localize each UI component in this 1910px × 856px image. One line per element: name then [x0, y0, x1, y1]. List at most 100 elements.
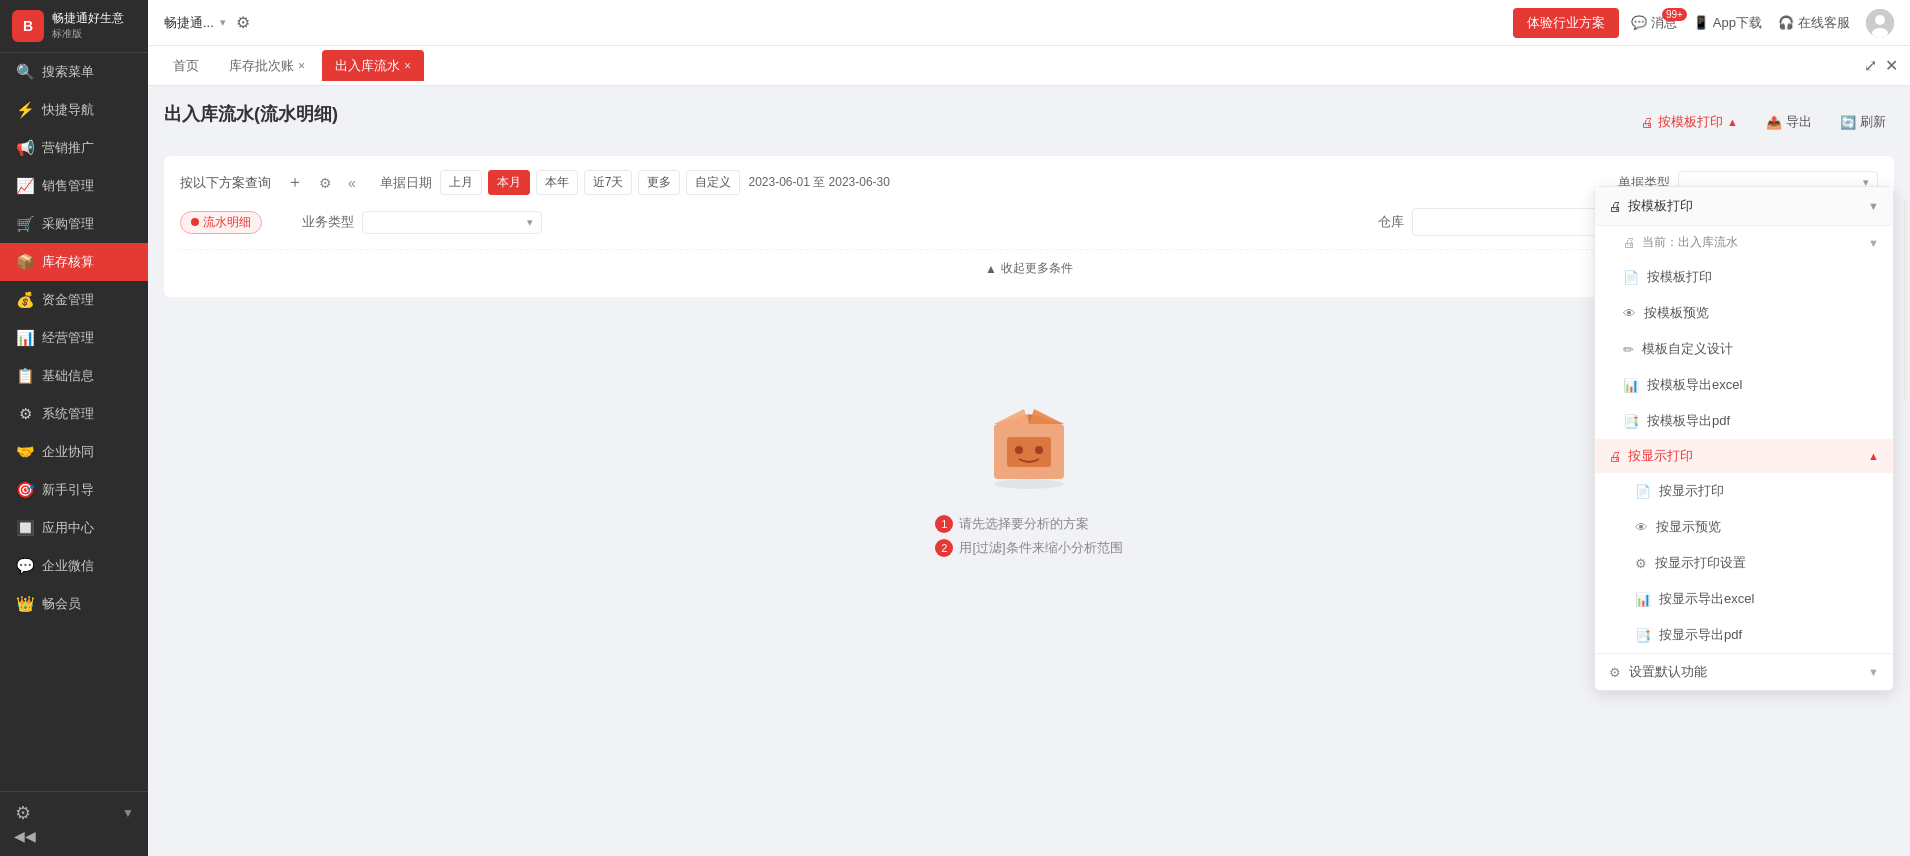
- display-preview-item[interactable]: 👁 按显示预览: [1595, 509, 1893, 545]
- filter-tag-dot: [191, 218, 199, 226]
- sidebar-item-label: 销售管理: [42, 177, 94, 195]
- tab-batch-account[interactable]: 库存批次账 ×: [216, 50, 318, 81]
- excel-icon: 📊: [1623, 378, 1639, 393]
- sidebar-item-finance[interactable]: 💰 资金管理: [0, 281, 148, 319]
- display-export-pdf-item[interactable]: 📑 按显示导出pdf: [1595, 617, 1893, 653]
- sidebar-logo: B 畅捷通好生意 标准版: [0, 0, 148, 53]
- date-btn-more[interactable]: 更多: [638, 170, 680, 195]
- sidebar-item-sales[interactable]: 📈 销售管理: [0, 167, 148, 205]
- svg-marker-7: [1029, 409, 1064, 424]
- template-preview-label: 按模板预览: [1644, 304, 1709, 322]
- sidebar-item-label: 应用中心: [42, 519, 94, 537]
- display-print-label: 按显示打印: [1659, 482, 1724, 500]
- sidebar-item-app-center[interactable]: 🔲 应用中心: [0, 509, 148, 547]
- tab-home-label: 首页: [173, 57, 199, 75]
- tab-flow-label: 出入库流水: [335, 57, 400, 75]
- sidebar-item-operation[interactable]: 📊 经营管理: [0, 319, 148, 357]
- brand-name: 畅捷通好生意: [52, 11, 124, 27]
- filter-tag-label: 流水明细: [203, 214, 251, 231]
- template-design-item[interactable]: ✏ 模板自定义设计: [1595, 331, 1893, 367]
- basic-icon: 📋: [16, 367, 34, 385]
- template-export-pdf-item[interactable]: 📑 按模板导出pdf: [1595, 403, 1893, 439]
- collapse-filter-button[interactable]: ▲ 收起更多条件: [985, 254, 1073, 283]
- tab-close-all-icon[interactable]: ✕: [1885, 56, 1898, 75]
- filter-add-icon[interactable]: ＋: [287, 172, 303, 193]
- filter-settings-icon[interactable]: ⚙: [319, 175, 332, 191]
- sidebar-item-label: 系统管理: [42, 405, 94, 423]
- set-default-function[interactable]: ⚙ 设置默认功能 ▼: [1595, 653, 1893, 690]
- template-export-excel-label: 按模板导出excel: [1647, 376, 1742, 394]
- date-btn-7days[interactable]: 近7天: [584, 170, 633, 195]
- collapse-up-icon: ▲: [985, 262, 997, 276]
- sidebar-item-label: 基础信息: [42, 367, 94, 385]
- date-btn-last-month[interactable]: 上月: [440, 170, 482, 195]
- member-icon: 👑: [16, 595, 34, 613]
- tab-flow-close[interactable]: ×: [404, 59, 411, 73]
- settings-footer-icon: ⚙: [1609, 665, 1621, 680]
- tab-flow[interactable]: 出入库流水 ×: [322, 50, 424, 81]
- template-preview-item[interactable]: 👁 按模板预览: [1595, 295, 1893, 331]
- current-template-arrow[interactable]: ▼: [1868, 237, 1879, 249]
- sidebar-item-quick-nav[interactable]: ⚡ 快捷导航: [0, 91, 148, 129]
- sidebar-search[interactable]: 🔍 搜索菜单: [0, 53, 148, 91]
- resize-handle[interactable]: [1904, 200, 1910, 400]
- filter-collapse-icon[interactable]: «: [348, 175, 356, 191]
- guide-icon: 🎯: [16, 481, 34, 499]
- print-expand-arrow[interactable]: ▲: [1727, 116, 1738, 128]
- tab-batch-account-close[interactable]: ×: [298, 59, 305, 73]
- topbar-dropdown-arrow[interactable]: ▾: [220, 16, 226, 29]
- tab-expand-icon[interactable]: ⤢: [1864, 56, 1877, 75]
- sidebar-item-system[interactable]: ⚙ 系统管理: [0, 395, 148, 433]
- pdf-icon: 📑: [1623, 414, 1639, 429]
- collapse-filter-label: 收起更多条件: [1001, 260, 1073, 277]
- date-btn-current-month[interactable]: 本月: [488, 170, 530, 195]
- topbar-gear-icon[interactable]: ⚙: [236, 13, 250, 32]
- sidebar-item-guide[interactable]: 🎯 新手引导: [0, 471, 148, 509]
- user-avatar[interactable]: [1866, 9, 1894, 37]
- template-section-header[interactable]: 🖨 按模板打印 ▼: [1595, 187, 1893, 226]
- purchase-icon: 🛒: [16, 215, 34, 233]
- settings-bottom-icon[interactable]: ⚙: [14, 804, 32, 822]
- trial-button[interactable]: 体验行业方案: [1513, 8, 1619, 38]
- display-export-excel-item[interactable]: 📊 按显示导出excel: [1595, 581, 1893, 617]
- sidebar-item-member[interactable]: 👑 畅会员: [0, 585, 148, 623]
- date-btn-current-year[interactable]: 本年: [536, 170, 578, 195]
- export-button[interactable]: 📤 导出: [1758, 109, 1820, 135]
- svg-point-9: [1015, 446, 1023, 454]
- collapse-sidebar-icon[interactable]: ◀◀: [14, 828, 36, 844]
- marketing-icon: 📢: [16, 139, 34, 157]
- message-badge: 99+: [1662, 8, 1687, 21]
- display-print-item[interactable]: 📄 按显示打印: [1595, 473, 1893, 509]
- sidebar-item-label: 快捷导航: [42, 101, 94, 119]
- refresh-icon: 🔄: [1840, 115, 1856, 130]
- sidebar-item-basic[interactable]: 📋 基础信息: [0, 357, 148, 395]
- customer-service-button[interactable]: 🎧 在线客服: [1778, 14, 1850, 32]
- template-print-item[interactable]: 📄 按模板打印: [1595, 259, 1893, 295]
- print-dropdown-panel: 🖨 按模板打印 ▼ 🖨 当前：出入库流水 ▼ 📄 按模板打印 👁 按模板预览: [1594, 186, 1894, 691]
- print-template-button[interactable]: 🖨 按模板打印 ▲: [1633, 109, 1746, 135]
- display-print-settings-item[interactable]: ⚙ 按显示打印设置: [1595, 545, 1893, 581]
- printer-section-icon: 🖨: [1609, 199, 1622, 214]
- refresh-button[interactable]: 🔄 刷新: [1832, 109, 1894, 135]
- filter-tag-water[interactable]: 流水明细: [180, 211, 262, 234]
- svg-point-1: [1875, 15, 1885, 25]
- app-download-button[interactable]: 📱 App下载: [1693, 14, 1762, 32]
- display-print-icon: 📄: [1635, 484, 1651, 499]
- sidebar-item-inventory[interactable]: 📦 库存核算: [0, 243, 148, 281]
- business-type-select[interactable]: ▾: [362, 211, 542, 234]
- export-icon: 📤: [1766, 115, 1782, 130]
- date-btn-custom[interactable]: 自定义: [686, 170, 740, 195]
- template-export-excel-item[interactable]: 📊 按模板导出excel: [1595, 367, 1893, 403]
- sidebar-item-marketing[interactable]: 📢 营销推广: [0, 129, 148, 167]
- display-section-arrow[interactable]: ▲: [1868, 450, 1879, 462]
- display-section-title-text: 按显示打印: [1628, 447, 1693, 465]
- tab-home[interactable]: 首页: [160, 50, 212, 81]
- display-section-header[interactable]: 🖨 按显示打印 ▲: [1595, 439, 1893, 473]
- sidebar-item-wechat[interactable]: 💬 企业微信: [0, 547, 148, 585]
- template-section-arrow[interactable]: ▼: [1868, 200, 1879, 212]
- sidebar-item-enterprise[interactable]: 🤝 企业协同: [0, 433, 148, 471]
- message-button[interactable]: 💬 消息 99+: [1631, 14, 1677, 32]
- footer-arrow: ▼: [1868, 666, 1879, 678]
- template-section-title: 🖨 按模板打印: [1609, 197, 1693, 215]
- sidebar-item-purchase[interactable]: 🛒 采购管理: [0, 205, 148, 243]
